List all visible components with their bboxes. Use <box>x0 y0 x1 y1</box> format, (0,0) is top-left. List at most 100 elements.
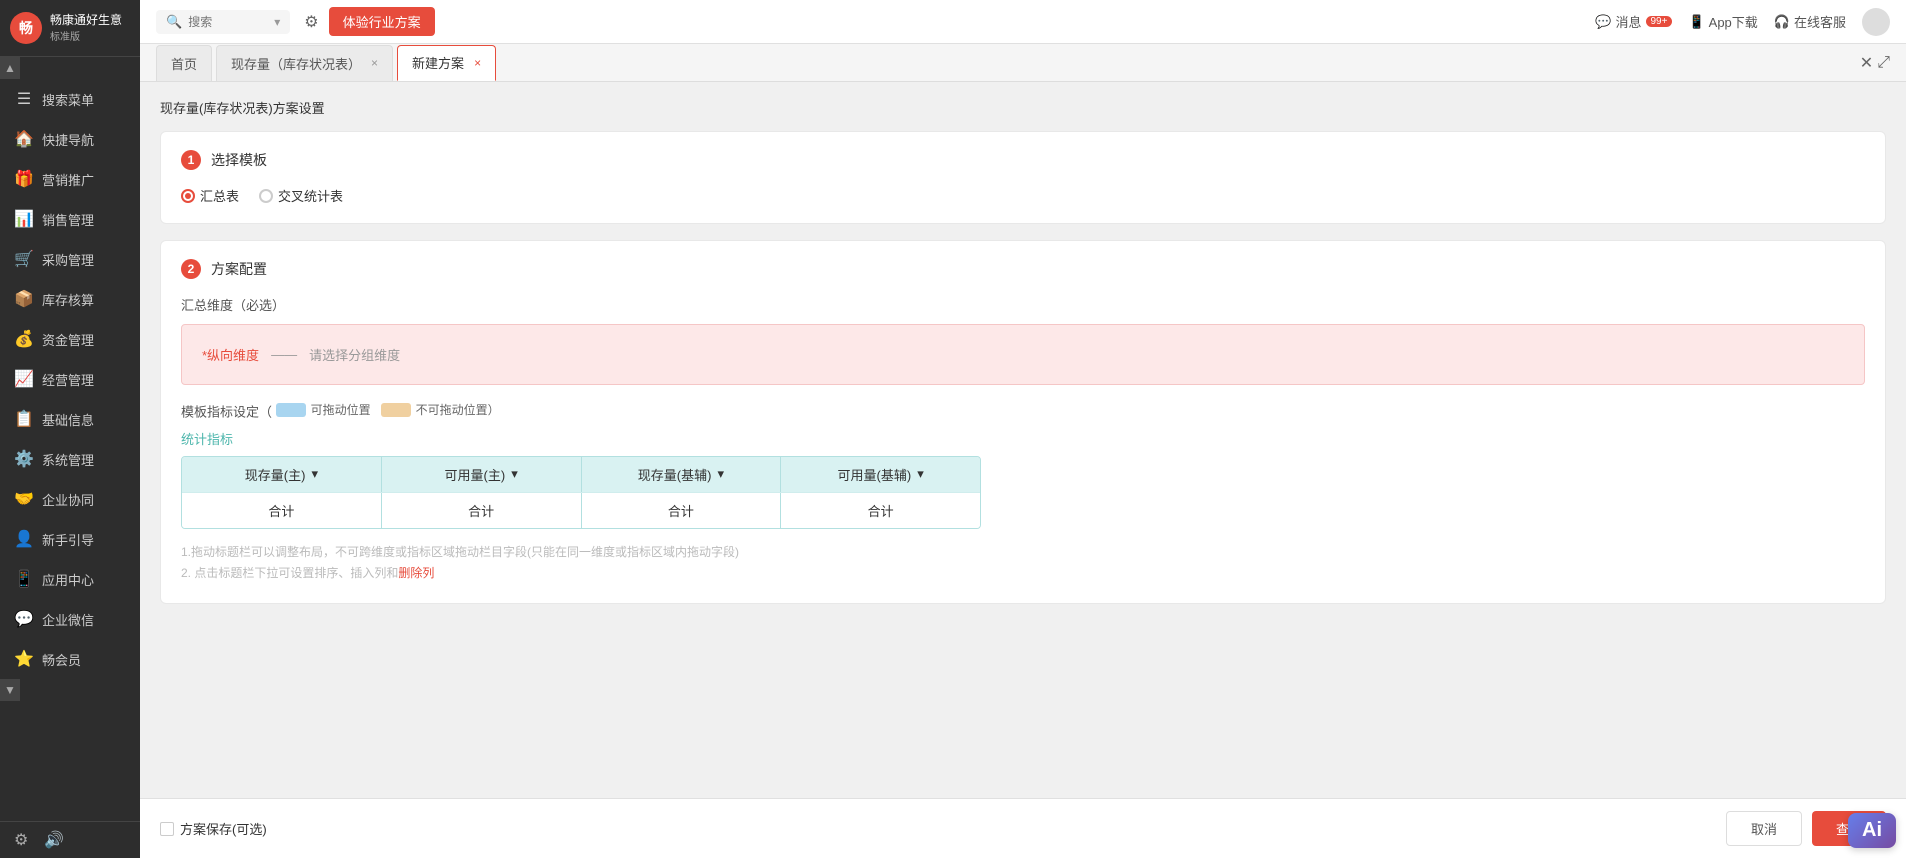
dimension-label: 汇总维度（必选） <box>181 295 1865 314</box>
sidebar-item-basic-info[interactable]: 📋 基础信息 <box>0 399 140 439</box>
app-download-item[interactable]: 📱 App下载 <box>1688 12 1757 31</box>
ai-badge[interactable]: Ai <box>1848 813 1896 848</box>
tips-section: 1.拖动标题栏可以调整布局，不可跨维度或指标区域拖动栏目字段(只能在同一维度或指… <box>181 543 1865 581</box>
sidebar-item-enterprise[interactable]: 🤝 企业协同 <box>0 479 140 519</box>
finance-icon: 💰 <box>14 329 34 349</box>
tabs-bar: 首页 现存量（库存状况表） × 新建方案 × ✕ ⤢ <box>140 44 1906 82</box>
app-name: 畅康通好生意 <box>50 13 122 29</box>
col-label-2: 现存量(基辅) <box>638 465 712 484</box>
tip1: 1.拖动标题栏可以调整布局，不可跨维度或指标区域拖动栏目字段(只能在同一维度或指… <box>181 543 1865 560</box>
col-header-3[interactable]: 可用量(基辅) ▾ <box>781 457 980 492</box>
sidebar-label-purchase: 采购管理 <box>42 250 94 269</box>
col-header-0[interactable]: 现存量(主) ▾ <box>182 457 382 492</box>
app-version: 标准版 <box>50 28 122 43</box>
member-icon: ⭐ <box>14 649 34 669</box>
sidebar-item-purchase[interactable]: 🛒 采购管理 <box>0 239 140 279</box>
close-inventory-tab[interactable]: × <box>371 56 378 70</box>
save-checkbox-label: 方案保存(可选) <box>180 819 267 838</box>
sidebar-label-search-menu: 搜索菜单 <box>42 90 94 109</box>
radio-cross-label: 交叉统计表 <box>278 186 343 205</box>
newcomer-icon: 👤 <box>14 529 34 549</box>
tab-home[interactable]: 首页 <box>156 45 212 81</box>
sidebar-item-member[interactable]: ⭐ 畅会员 <box>0 639 140 679</box>
col-header-1[interactable]: 可用量(主) ▾ <box>382 457 582 492</box>
sidebar-item-newcomer[interactable]: 👤 新手引导 <box>0 519 140 559</box>
template-radio-group: 汇总表 交叉统计表 <box>181 186 1865 205</box>
sidebar-item-quick-nav[interactable]: 🏠 快捷导航 <box>0 119 140 159</box>
message-label: 消息 <box>1615 12 1641 31</box>
sidebar-item-operations[interactable]: 📈 经营管理 <box>0 359 140 399</box>
settings-icon[interactable]: ⚙ <box>14 830 28 850</box>
speaker-icon[interactable]: 🔊 <box>44 830 64 850</box>
draggable-box <box>276 403 306 417</box>
col-dropdown-2[interactable]: ▾ <box>717 466 724 482</box>
app-download-label: App下载 <box>1709 12 1758 31</box>
download-icon: 📱 <box>1688 14 1704 30</box>
page-title: 现存量(库存状况表)方案设置 <box>160 98 1886 117</box>
step2-header: 2 方案配置 <box>181 259 1865 279</box>
col-header-2[interactable]: 现存量(基辅) ▾ <box>582 457 782 492</box>
system-icon: ⚙️ <box>14 449 34 469</box>
indicator-setting-label: 模板指标设定（ 可拖动位置 不可拖动位置） <box>181 401 1865 421</box>
save-checkbox[interactable]: 方案保存(可选) <box>160 819 267 838</box>
inventory-icon: 📦 <box>14 289 34 309</box>
sidebar-item-search-menu[interactable]: ☰ 搜索菜单 <box>0 79 140 119</box>
sidebar-nav: ▲ ☰ 搜索菜单 🏠 快捷导航 🎁 营销推广 📊 销售管理 🛒 采购管理 📦 库… <box>0 57 140 821</box>
chevron-down-icon[interactable]: ▾ <box>274 15 280 29</box>
col-dropdown-1[interactable]: ▾ <box>511 466 518 482</box>
fullscreen-icon[interactable]: ⤢ <box>1877 54 1890 72</box>
service-icon: 🎧 <box>1774 14 1790 30</box>
not-draggable-box <box>381 403 411 417</box>
enterprise-icon: 🤝 <box>14 489 34 509</box>
sidebar-bottom: ⚙ 🔊 <box>0 821 140 858</box>
dimension-dash: —— <box>271 347 297 362</box>
gear-icon[interactable]: ⚙ <box>304 12 318 32</box>
sidebar-item-sales[interactable]: 📊 销售管理 <box>0 199 140 239</box>
sidebar-item-marketing[interactable]: 🎁 营销推广 <box>0 159 140 199</box>
sidebar-item-app-center[interactable]: 📱 应用中心 <box>0 559 140 599</box>
col-label-3: 可用量(基辅) <box>838 465 912 484</box>
draggable-label: 可拖动位置 <box>311 401 371 418</box>
message-item[interactable]: 💬 消息 99+ <box>1595 12 1672 31</box>
close-new-scheme-tab[interactable]: × <box>474 56 481 70</box>
content-area: 现存量(库存状况表)方案设置 1 选择模板 汇总表 交叉统计表 2 <box>140 82 1906 798</box>
cell-0: 合计 <box>182 493 382 528</box>
sidebar-item-finance[interactable]: 💰 资金管理 <box>0 319 140 359</box>
sidebar-label-sales: 销售管理 <box>42 210 94 229</box>
sidebar-label-finance: 资金管理 <box>42 330 94 349</box>
sidebar-scroll-up[interactable]: ▲ <box>0 57 20 79</box>
sidebar-item-inventory[interactable]: 📦 库存核算 <box>0 279 140 319</box>
tab-new-scheme[interactable]: 新建方案 × <box>397 45 496 81</box>
sidebar-item-wecom[interactable]: 💬 企业微信 <box>0 599 140 639</box>
col-dropdown-3[interactable]: ▾ <box>917 466 924 482</box>
sidebar-scroll-down[interactable]: ▼ <box>0 679 20 701</box>
step2-title: 方案配置 <box>211 259 267 279</box>
search-icon: 🔍 <box>166 14 182 30</box>
checkbox-box[interactable] <box>160 822 174 836</box>
sidebar-item-system[interactable]: ⚙️ 系统管理 <box>0 439 140 479</box>
stat-table-header: 现存量(主) ▾ 可用量(主) ▾ 现存量(基辅) ▾ 可用量(基辅) ▾ <box>182 457 980 492</box>
topbar-search[interactable]: 🔍 ▾ <box>156 10 290 34</box>
col-label-0: 现存量(主) <box>245 465 306 484</box>
sidebar-label-basic-info: 基础信息 <box>42 410 94 429</box>
user-avatar[interactable] <box>1862 8 1890 36</box>
operations-icon: 📈 <box>14 369 34 389</box>
tab-inventory[interactable]: 现存量（库存状况表） × <box>216 45 393 81</box>
col-dropdown-0[interactable]: ▾ <box>311 466 318 482</box>
sidebar-label-operations: 经营管理 <box>42 370 94 389</box>
tab-inventory-label: 现存量（库存状况表） <box>231 54 361 73</box>
dimension-box[interactable]: *纵向维度 —— 请选择分组维度 <box>181 324 1865 385</box>
trial-button[interactable]: 体验行业方案 <box>329 7 435 36</box>
expand-icon[interactable]: ✕ <box>1860 53 1873 73</box>
cancel-button[interactable]: 取消 <box>1726 811 1802 846</box>
radio-summary[interactable]: 汇总表 <box>181 186 239 205</box>
radio-cross[interactable]: 交叉统计表 <box>259 186 343 205</box>
cell-3: 合计 <box>781 493 980 528</box>
sidebar-label-quick-nav: 快捷导航 <box>42 130 94 149</box>
sidebar-label-marketing: 营销推广 <box>42 170 94 189</box>
step1-title: 选择模板 <box>211 150 267 170</box>
online-service-item[interactable]: 🎧 在线客服 <box>1774 12 1846 31</box>
tip2-highlight: 删除列 <box>398 566 434 580</box>
tab-new-scheme-label: 新建方案 <box>412 53 464 72</box>
search-input[interactable] <box>188 15 268 29</box>
